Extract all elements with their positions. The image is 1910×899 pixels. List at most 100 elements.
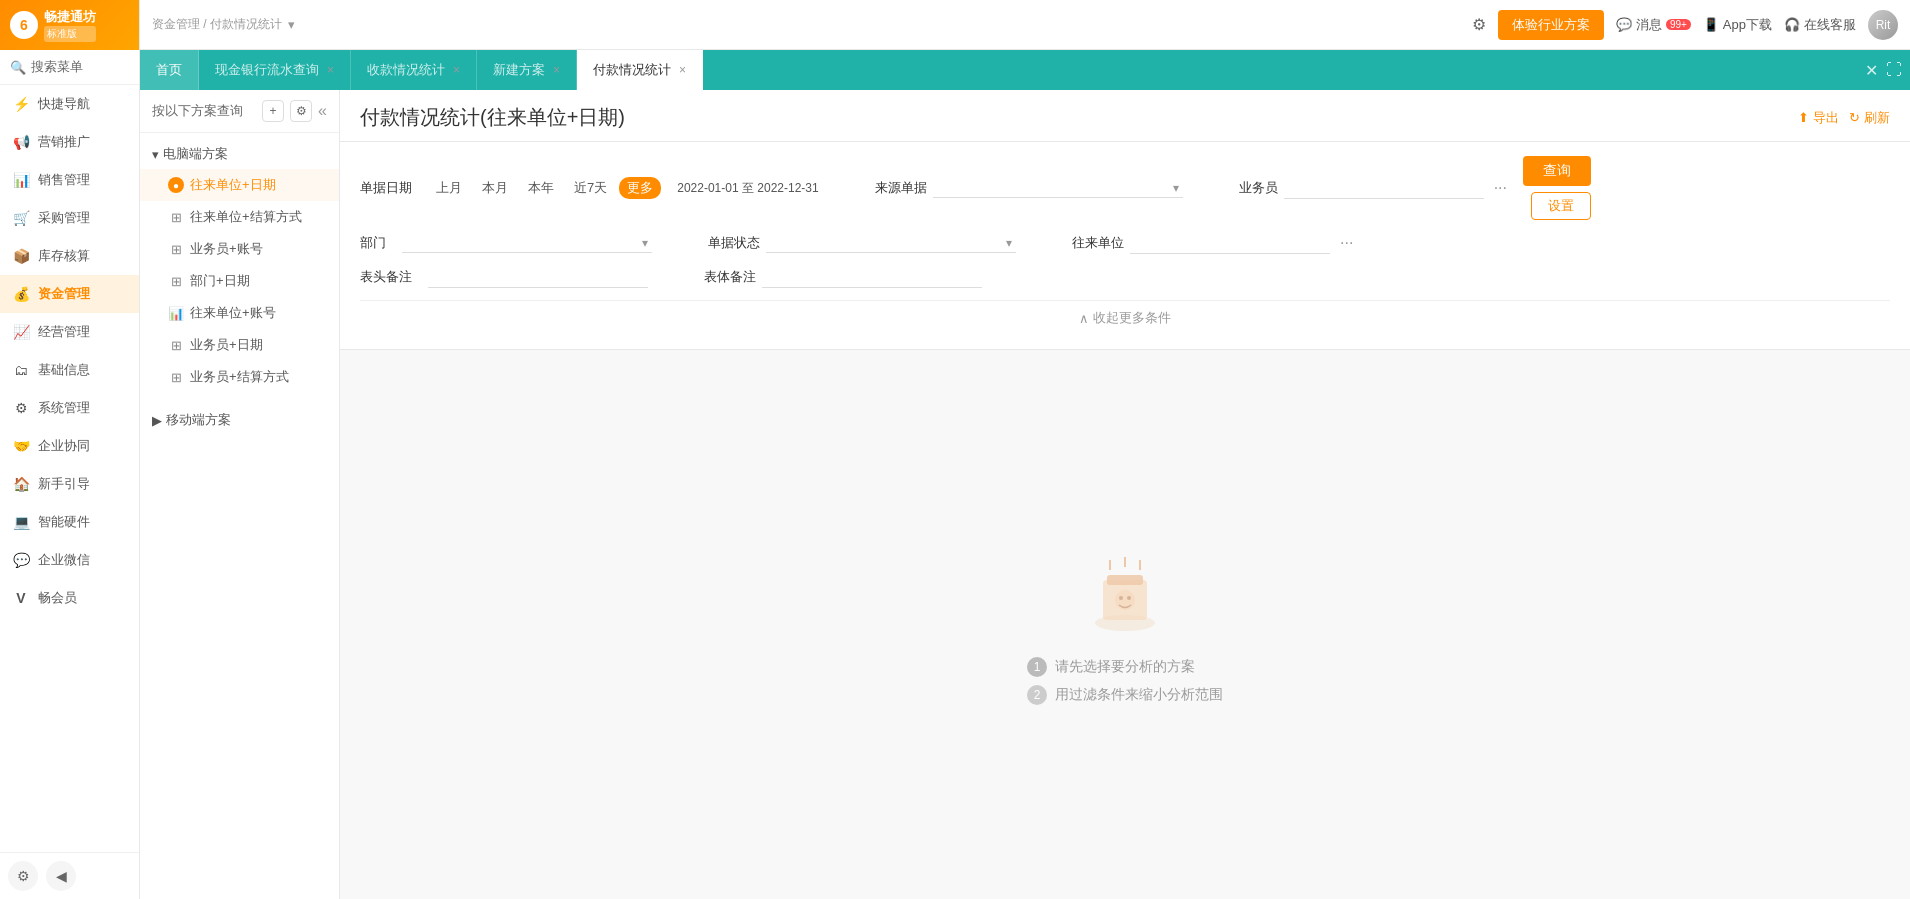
empty-state: 1 请先选择要分析的方案 2 用过滤条件来缩小分析范围 (340, 350, 1910, 899)
sidebar-item-member[interactable]: V 畅会员 (0, 579, 139, 617)
staff-settle-icon: ⊞ (168, 369, 184, 385)
sidebar-item-quick-nav[interactable]: ⚡ 快捷导航 (0, 85, 139, 123)
sidebar-search[interactable]: 🔍 搜索菜单 (0, 50, 139, 85)
sidebar-nav: ⚡ 快捷导航 📢 营销推广 📊 销售管理 🛒 采购管理 📦 库存核算 💰 资金管… (0, 85, 139, 852)
source-doc-select[interactable]: ▾ (933, 179, 1183, 198)
tip-num-1: 1 (1027, 657, 1047, 677)
tab-bank-flow[interactable]: 现金银行流水查询 × (199, 50, 351, 90)
counterparty-dots-icon[interactable]: ··· (1340, 234, 1353, 252)
date-btn-more[interactable]: 更多 (619, 177, 661, 199)
trial-btn[interactable]: 体验行业方案 (1498, 10, 1604, 40)
staff-dots-icon[interactable]: ··· (1494, 179, 1507, 197)
desktop-group-chevron-icon: ▾ (152, 147, 159, 162)
settings-footer-btn[interactable]: ⚙ (8, 861, 38, 891)
header-remark-input[interactable] (428, 266, 648, 288)
add-scheme-btn[interactable]: + (262, 100, 284, 122)
sidebar-item-label: 企业协同 (38, 437, 90, 455)
sidebar-item-finance[interactable]: 💰 资金管理 (0, 275, 139, 313)
breadcrumb-text: 资金管理 / 付款情况统计 (152, 16, 282, 33)
query-btn[interactable]: 查询 (1523, 156, 1591, 186)
empty-tip-2: 2 用过滤条件来缩小分析范围 (1027, 685, 1223, 705)
search-label: 搜索菜单 (31, 58, 83, 76)
operation-icon: 📈 (12, 323, 30, 341)
online-service-icon: 🎧 (1784, 17, 1800, 32)
export-icon: ⬆ (1798, 110, 1809, 125)
new-scheme-close-icon[interactable]: × (553, 63, 560, 77)
bank-flow-close-icon[interactable]: × (327, 63, 334, 77)
avatar[interactable]: Rit (1868, 10, 1898, 40)
sidebar-item-inventory[interactable]: 📦 库存核算 (0, 237, 139, 275)
sidebar-item-hardware[interactable]: 💻 智能硬件 (0, 503, 139, 541)
maximize-icon[interactable]: ⛶ (1886, 61, 1902, 79)
scheme-item-unit-date[interactable]: ● 往来单位+日期 (140, 169, 339, 201)
sidebar-item-enterprise[interactable]: 🤝 企业协同 (0, 427, 139, 465)
staff-account-icon: ⊞ (168, 241, 184, 257)
tab-home[interactable]: 首页 (140, 50, 199, 90)
sidebar-item-sales[interactable]: 📊 销售管理 (0, 161, 139, 199)
sidebar-item-label: 快捷导航 (38, 95, 90, 113)
collapse-panel-btn[interactable]: « (318, 102, 327, 120)
date-btn-this-month[interactable]: 本月 (474, 177, 516, 199)
dept-label: 部门 (360, 234, 386, 252)
scheme-item-unit-account[interactable]: 📊 往来单位+账号 (140, 297, 339, 329)
desktop-scheme-group-title[interactable]: ▾ 电脑端方案 (140, 139, 339, 169)
collapse-more-btn[interactable]: ∧ 收起更多条件 (360, 300, 1890, 335)
counterparty-input[interactable] (1130, 232, 1330, 254)
date-btn-this-year[interactable]: 本年 (520, 177, 562, 199)
scheme-item-staff-date[interactable]: ⊞ 业务员+日期 (140, 329, 339, 361)
sidebar-item-operation[interactable]: 📈 经营管理 (0, 313, 139, 351)
doc-status-select[interactable]: ▾ (766, 234, 1016, 253)
close-all-tabs-icon[interactable]: ✕ (1865, 61, 1878, 80)
sidebar-item-marketing[interactable]: 📢 营销推广 (0, 123, 139, 161)
left-panel-title: 按以下方案查询 (152, 102, 243, 120)
refresh-btn[interactable]: ↻ 刷新 (1849, 109, 1890, 127)
notification-icon: 💬 (1616, 17, 1632, 32)
online-service-btn[interactable]: 🎧 在线客服 (1784, 16, 1856, 34)
page-header-actions: ⬆ 导出 ↻ 刷新 (1798, 109, 1890, 127)
payment-stat-close-icon[interactable]: × (679, 63, 686, 77)
new-scheme-tab-label: 新建方案 (493, 61, 545, 79)
empty-tips: 1 请先选择要分析的方案 2 用过滤条件来缩小分析范围 (1027, 657, 1223, 705)
setting-btn[interactable]: 设置 (1531, 192, 1591, 220)
settings-gear-icon[interactable]: ⚙ (1472, 15, 1486, 34)
topbar-actions: ⚙ 体验行业方案 💬 消息 99+ 📱 App下载 🎧 在线客服 Rit (1472, 10, 1898, 40)
tab-payment-stat[interactable]: 付款情况统计 × (577, 50, 703, 90)
online-service-label: 在线客服 (1804, 16, 1856, 34)
date-btn-7days[interactable]: 近7天 (566, 177, 615, 199)
sidebar-item-label: 库存核算 (38, 247, 90, 265)
dept-select[interactable]: ▾ (402, 234, 652, 253)
header-remark-label: 表头备注 (360, 268, 412, 286)
sidebar-item-wechat[interactable]: 💬 企业微信 (0, 541, 139, 579)
avatar-text: Rit (1876, 18, 1891, 32)
sidebar-item-purchase[interactable]: 🛒 采购管理 (0, 199, 139, 237)
notification-btn[interactable]: 💬 消息 99+ (1616, 16, 1691, 34)
date-btn-last-month[interactable]: 上月 (428, 177, 470, 199)
staff-input[interactable] (1284, 177, 1484, 199)
mobile-scheme-group-title[interactable]: ▶ 移动端方案 (140, 405, 339, 435)
scheme-settings-btn[interactable]: ⚙ (290, 100, 312, 122)
unit-date-active-icon: ● (168, 177, 184, 193)
mobile-group-chevron-icon: ▶ (152, 413, 162, 428)
export-btn[interactable]: ⬆ 导出 (1798, 109, 1839, 127)
tab-collection-stat[interactable]: 收款情况统计 × (351, 50, 477, 90)
marketing-icon: 📢 (12, 133, 30, 151)
app-download-btn[interactable]: 📱 App下载 (1703, 16, 1772, 34)
filter-row-2: 部门 ▾ 单据状态 ▾ 往来单位 (360, 232, 1890, 254)
date-range-display[interactable]: 2022-01-01 至 2022-12-31 (677, 180, 818, 197)
content-area: 按以下方案查询 + ⚙ « ▾ 电脑端方案 ● (140, 90, 1910, 899)
collapse-sidebar-btn[interactable]: ◀ (46, 861, 76, 891)
scheme-item-dept-date[interactable]: ⊞ 部门+日期 (140, 265, 339, 297)
sidebar-item-guide[interactable]: 🏠 新手引导 (0, 465, 139, 503)
tab-new-scheme[interactable]: 新建方案 × (477, 50, 577, 90)
collection-stat-close-icon[interactable]: × (453, 63, 460, 77)
scheme-item-unit-settle[interactable]: ⊞ 往来单位+结算方式 (140, 201, 339, 233)
scheme-item-staff-settle[interactable]: ⊞ 业务员+结算方式 (140, 361, 339, 393)
sidebar-item-system[interactable]: ⚙ 系统管理 (0, 389, 139, 427)
sidebar-item-basic[interactable]: 🗂 基础信息 (0, 351, 139, 389)
dept-date-icon: ⊞ (168, 273, 184, 289)
scheme-item-label: 往来单位+结算方式 (190, 208, 302, 226)
staff-label: 业务员 (1239, 179, 1278, 197)
body-remark-input[interactable] (762, 266, 982, 288)
scheme-item-staff-account[interactable]: ⊞ 业务员+账号 (140, 233, 339, 265)
scheme-item-label: 业务员+账号 (190, 240, 263, 258)
